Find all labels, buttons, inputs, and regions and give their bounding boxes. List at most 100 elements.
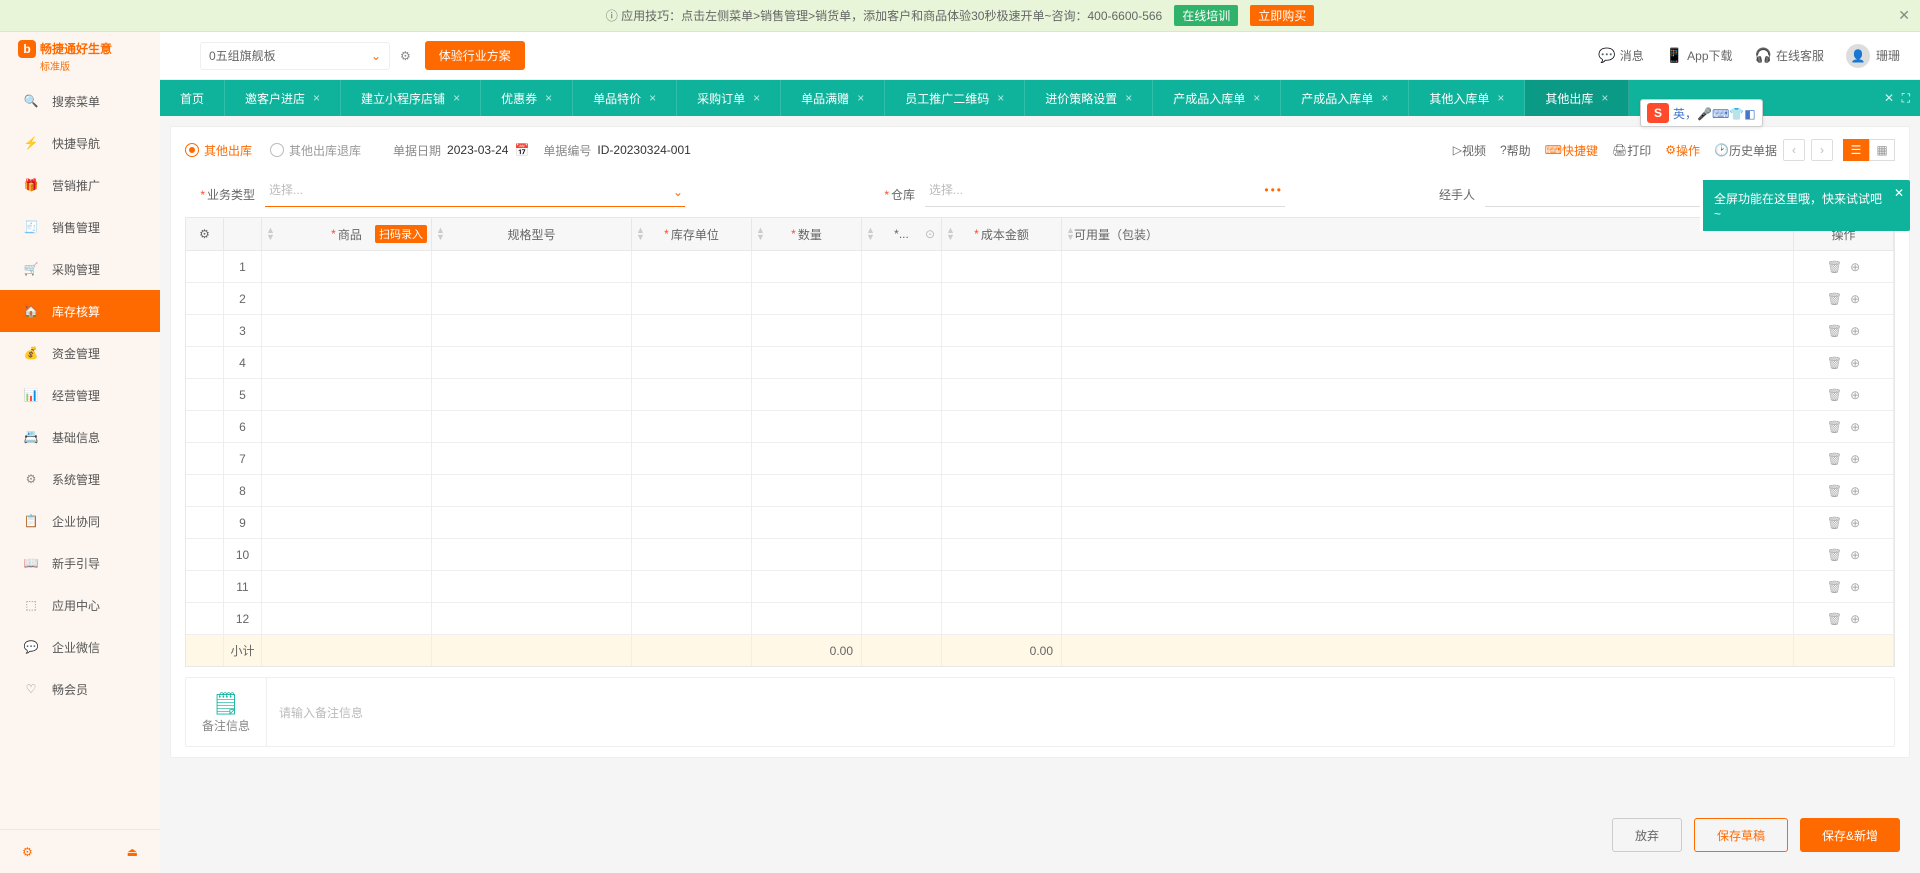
radio-other-out-return[interactable]: 其他出库退库 [270,142,361,159]
scan-badge[interactable]: 扫码录入 [375,225,427,243]
col-avail[interactable]: ▲▼可用量（包装） [1062,218,1794,250]
print-link[interactable]: 🖨 打印 [1612,142,1651,159]
copy-icon[interactable]: ⊕ [1850,356,1860,370]
table-row[interactable]: 10🗑⊕ [186,539,1894,571]
nav-tab[interactable]: 首页 [160,80,225,116]
delete-icon[interactable]: 🗑 [1827,324,1842,338]
table-row[interactable]: 7🗑⊕ [186,443,1894,475]
sidebar-item[interactable]: 🔍搜索菜单 [0,80,160,122]
table-row[interactable]: 12🗑⊕ [186,603,1894,635]
table-row[interactable]: 4🗑⊕ [186,347,1894,379]
fullscreen-icon[interactable]: ⛶ [1896,91,1916,106]
copy-icon[interactable]: ⊕ [1850,548,1860,562]
nav-tab[interactable]: 员工推广二维码× [885,80,1025,116]
view-grid-icon[interactable]: ▦ [1869,139,1895,161]
delete-icon[interactable]: 🗑 [1827,548,1842,562]
collapse-icon[interactable]: ⏏ [127,845,138,859]
close-icon[interactable]: × [997,91,1004,105]
sidebar-item[interactable]: 💰资金管理 [0,332,160,374]
prev-arrow[interactable]: ‹ [1783,139,1805,161]
nav-tab[interactable]: 邀客户进店× [225,80,341,116]
table-row[interactable]: 9🗑⊕ [186,507,1894,539]
table-row[interactable]: 5🗑⊕ [186,379,1894,411]
nav-tab[interactable]: 产成品入库单× [1281,80,1409,116]
delete-icon[interactable]: 🗑 [1827,452,1842,466]
copy-icon[interactable]: ⊕ [1850,452,1860,466]
copy-icon[interactable]: ⊕ [1850,420,1860,434]
biz-type-select[interactable]: 选择... ⌄ [265,181,685,207]
op-link[interactable]: ⚙ 操作 [1665,142,1700,159]
sidebar-item[interactable]: 🧾销售管理 [0,206,160,248]
nav-tab[interactable]: 进价策略设置× [1025,80,1153,116]
close-icon[interactable]: × [753,91,760,105]
nav-tab[interactable]: 单品特价× [573,80,677,116]
close-icon[interactable]: × [545,91,552,105]
view-list-icon[interactable]: ☰ [1843,139,1869,161]
sidebar-item[interactable]: ♡畅会员 [0,668,160,710]
buy-button[interactable]: 立即购买 [1250,5,1314,26]
train-button[interactable]: 在线培训 [1174,5,1238,26]
sidebar-item[interactable]: ⚡快捷导航 [0,122,160,164]
col-extra[interactable]: ▲▼*...⊙ [862,218,942,250]
save-draft-button[interactable]: 保存草稿 [1694,818,1788,852]
delete-icon[interactable]: 🗑 [1827,356,1842,370]
sidebar-item[interactable]: ⚙系统管理 [0,458,160,500]
nav-tab[interactable]: 单品满赠× [781,80,885,116]
copy-icon[interactable]: ⊕ [1850,388,1860,402]
sidebar-item[interactable]: 🏠库存核算 [0,290,160,332]
ime-item[interactable]: ⌨ [1712,107,1729,121]
delete-icon[interactable]: 🗑 [1827,260,1842,274]
ime-item[interactable]: 英 [1673,107,1685,121]
close-icon[interactable]: × [1601,91,1608,105]
user-menu[interactable]: 👤珊珊 [1846,44,1900,68]
copy-icon[interactable]: ⊕ [1850,292,1860,306]
close-icon[interactable]: ✕ [1894,186,1904,200]
sidebar-item[interactable]: 📇基础信息 [0,416,160,458]
close-icon[interactable]: × [1497,91,1504,105]
sidebar-item[interactable]: 🛒采购管理 [0,248,160,290]
nav-tab[interactable]: 产成品入库单× [1153,80,1281,116]
table-row[interactable]: 8🗑⊕ [186,475,1894,507]
close-icon[interactable]: × [313,91,320,105]
sidebar-item[interactable]: 📊经营管理 [0,374,160,416]
org-select[interactable]: 0五组旗舰板 ⌄ [200,42,390,70]
calendar-icon[interactable]: 📅 [514,143,529,157]
delete-icon[interactable]: 🗑 [1827,612,1842,626]
table-row[interactable]: 1🗑⊕ [186,251,1894,283]
tab-close-icon[interactable]: ✕ [1884,91,1894,105]
history-link[interactable]: 🕑 历史单据 [1714,142,1777,159]
nav-tab[interactable]: 建立小程序店铺× [341,80,481,116]
delete-icon[interactable]: 🗑 [1827,420,1842,434]
remark-input[interactable]: 请输入备注信息 [266,678,1894,746]
close-icon[interactable]: × [857,91,864,105]
copy-icon[interactable]: ⊕ [1850,484,1860,498]
close-icon[interactable]: × [1253,91,1260,105]
nav-tab[interactable]: 其他入库单× [1409,80,1525,116]
warehouse-select[interactable]: 选择... ••• [925,181,1285,207]
copy-icon[interactable]: ⊕ [1850,516,1860,530]
close-icon[interactable]: ✕ [1898,7,1910,24]
support-link[interactable]: 🎧在线客服 [1755,47,1824,64]
help-link[interactable]: ? 帮助 [1500,142,1531,159]
delete-icon[interactable]: 🗑 [1827,388,1842,402]
ime-item[interactable]: ， [1685,107,1697,121]
col-cost[interactable]: ▲▼*成本金额 [942,218,1062,250]
copy-icon[interactable]: ⊕ [1850,324,1860,338]
table-row[interactable]: 11🗑⊕ [186,571,1894,603]
sidebar-item[interactable]: 💬企业微信 [0,626,160,668]
mode-icon[interactable]: ⊙ [925,227,935,241]
close-icon[interactable]: × [1125,91,1132,105]
nav-tab[interactable]: 采购订单× [677,80,781,116]
app-download-link[interactable]: 📱App下载 [1666,47,1733,64]
delete-icon[interactable]: 🗑 [1827,484,1842,498]
copy-icon[interactable]: ⊕ [1850,260,1860,274]
next-arrow[interactable]: › [1811,139,1833,161]
col-spec[interactable]: ▲▼规格型号 [432,218,632,250]
try-button[interactable]: 体验行业方案 [425,41,525,70]
delete-icon[interactable]: 🗑 [1827,292,1842,306]
copy-icon[interactable]: ⊕ [1850,612,1860,626]
ime-item[interactable]: 👕 [1729,107,1744,121]
close-icon[interactable]: × [649,91,656,105]
ime-bar[interactable]: S 英，🎤⌨👕◧ [1640,99,1763,127]
discard-button[interactable]: 放弃 [1612,818,1682,852]
